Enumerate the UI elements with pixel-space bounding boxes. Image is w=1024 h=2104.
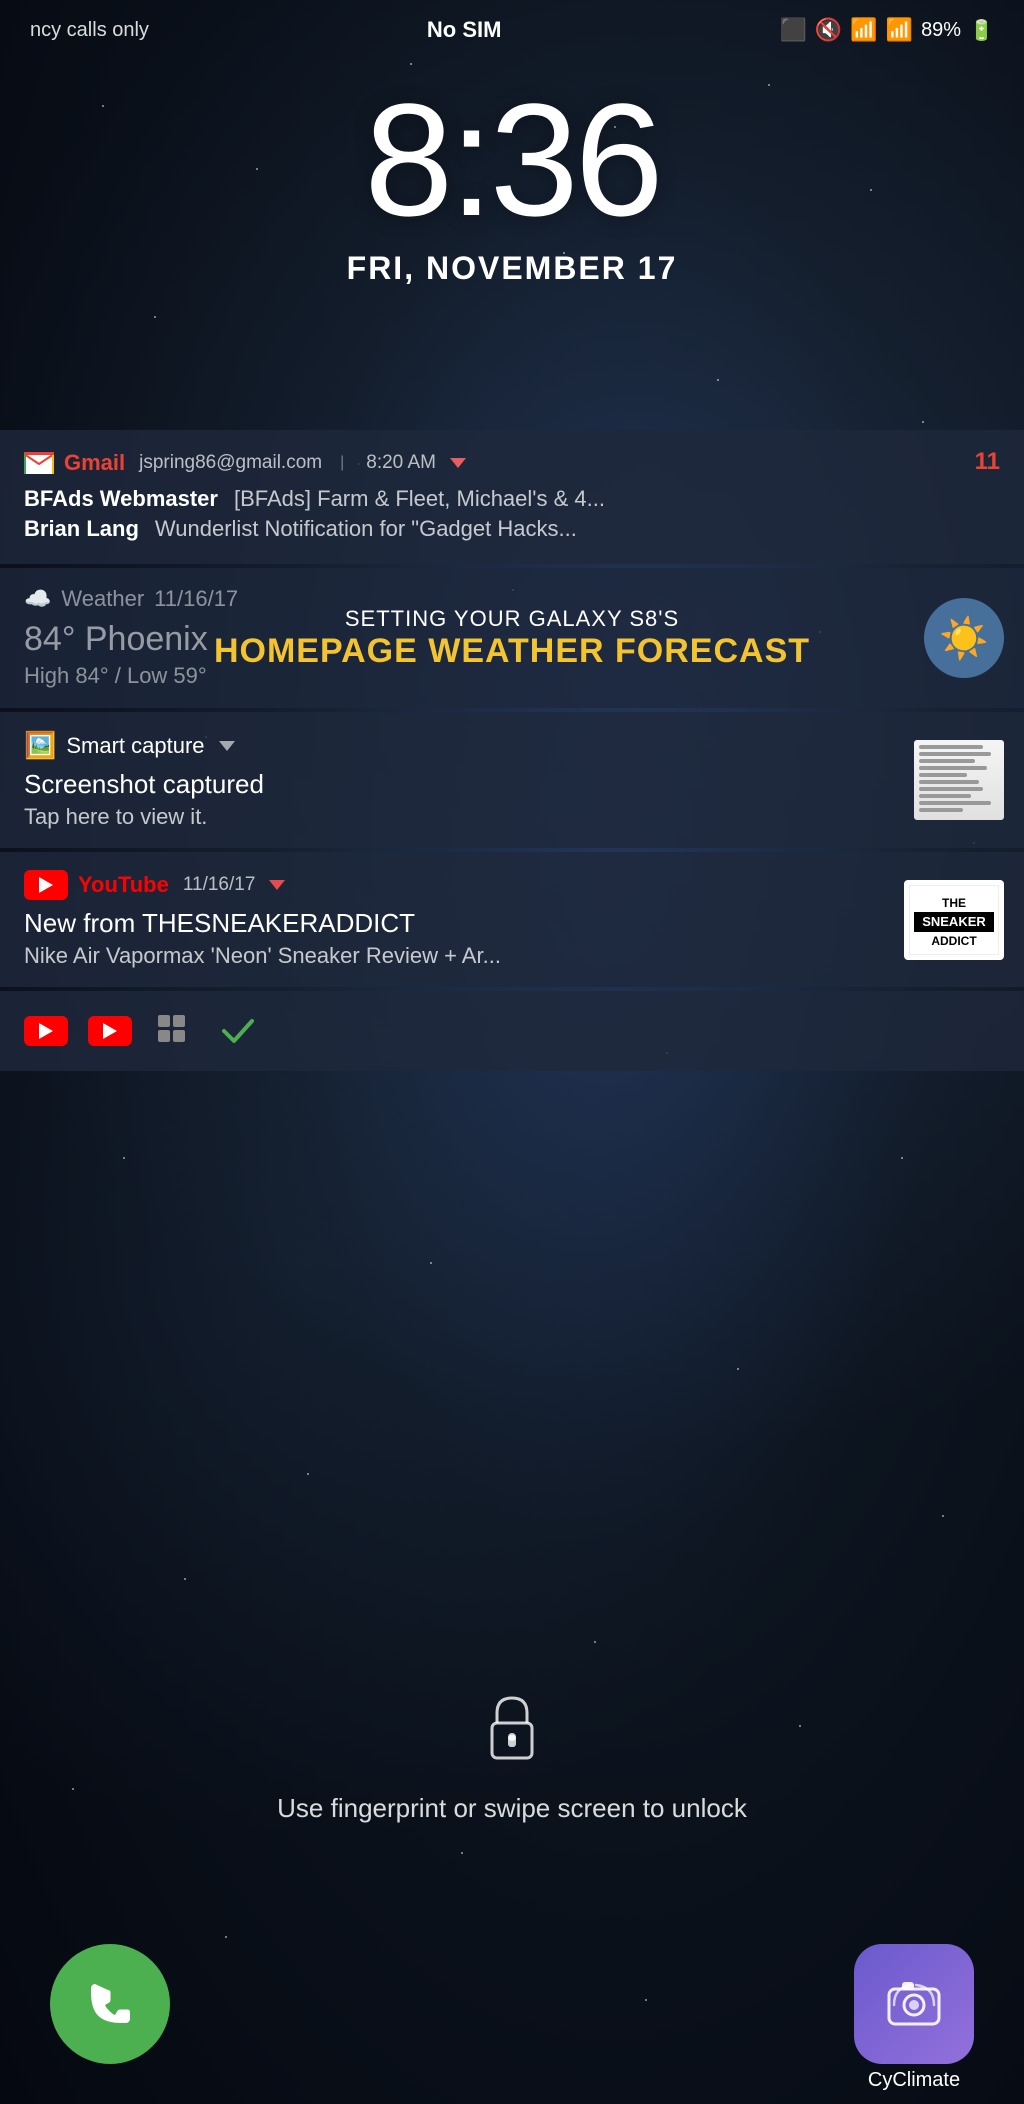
gmail-sender-1: BFAds Webmaster [24, 486, 218, 512]
youtube-app-icon [24, 870, 68, 900]
dock-cyclimate[interactable]: CyClimate [854, 1944, 974, 2064]
youtube-icon-1[interactable] [24, 1009, 68, 1053]
lock-icon [482, 1693, 542, 1777]
youtube-date: 11/16/17 [183, 874, 256, 896]
svg-text:THE: THE [942, 896, 966, 910]
svg-text:SNEAKER: SNEAKER [922, 914, 986, 929]
battery-icon: 🔋 [969, 18, 994, 43]
weather-notif-date: 11/16/17 [154, 586, 238, 612]
weather-app-name: Weather [61, 586, 144, 612]
clock-time: 8:36 [364, 80, 659, 240]
nfc-icon: ⬛ [779, 17, 806, 43]
gmail-badge: 11 [975, 448, 1000, 476]
youtube-notification[interactable]: YouTube 11/16/17 New from THESNEAKERADDI… [0, 852, 1024, 987]
gmail-time: 8:20 AM [366, 452, 436, 474]
screenshot-thumbnail [914, 740, 1004, 820]
status-no-sim: No SIM [427, 17, 502, 43]
svg-text:ADDICT: ADDICT [931, 934, 977, 948]
gmail-sender-2: Brian Lang [24, 516, 139, 542]
battery-percent: 89% [921, 19, 961, 42]
gmail-row-2: Brian Lang Wunderlist Notification for "… [24, 516, 1000, 542]
wifi-icon: 📶 [850, 17, 877, 43]
notifications-panel: Gmail jspring86@gmail.com | 8:20 AM 11 B… [0, 430, 1024, 1071]
gmail-subject-1: [BFAds] Farm & Fleet, Michael's & 4... [234, 486, 605, 512]
pipe-sep: | [340, 454, 344, 472]
smart-capture-app-name: Smart capture [66, 733, 204, 759]
screenshot-body: Tap here to view it. [24, 804, 1000, 830]
smart-capture-icon: 🖼️ [24, 730, 56, 761]
screenshot-title: Screenshot captured [24, 769, 1000, 800]
weather-temp: 84° Phoenix [24, 620, 1000, 659]
notification-app-bar [0, 991, 1024, 1071]
gmail-notification[interactable]: Gmail jspring86@gmail.com | 8:20 AM 11 B… [0, 430, 1024, 564]
youtube-body: Nike Air Vapormax 'Neon' Sneaker Review … [24, 943, 1000, 969]
gmail-row-1: BFAds Webmaster [BFAds] Farm & Fleet, Mi… [24, 486, 1000, 512]
dock-phone[interactable] [50, 1944, 170, 2064]
cyclimate-icon[interactable] [854, 1944, 974, 2064]
gmail-expand-icon[interactable] [450, 458, 466, 468]
gmail-app-name: Gmail [64, 450, 125, 476]
youtube-app-name: YouTube [78, 872, 169, 898]
gmail-subject-2: Wunderlist Notification for "Gadget Hack… [155, 516, 577, 542]
sneaker-addict-logo: THE SNEAKER ADDICT [909, 885, 999, 955]
weather-icon-large: ☀️ [924, 598, 1004, 678]
cyclimate-label: CyClimate [868, 2069, 960, 2092]
mute-icon: 🔇 [815, 17, 842, 43]
weather-icon-small: ☁️ [24, 586, 51, 612]
gmail-app-icon [24, 448, 54, 478]
smart-capture-expand-icon[interactable] [219, 741, 235, 751]
checkmark-icon[interactable] [216, 1009, 260, 1053]
signal-icon: 📶 [886, 17, 913, 43]
youtube-title: New from THESNEAKERADDICT [24, 908, 1000, 939]
clock-date: FRI, NOVEMBER 17 [347, 250, 678, 287]
gmail-email: jspring86@gmail.com [139, 452, 322, 474]
status-bar: ncy calls only No SIM ⬛ 🔇 📶 📶 89% 🔋 [0, 0, 1024, 60]
youtube-thumbnail: THE SNEAKER ADDICT [904, 880, 1004, 960]
screenshot-notification[interactable]: 🖼️ Smart capture Screenshot captured Tap… [0, 712, 1024, 848]
status-icons: ⬛ 🔇 📶 📶 89% 🔋 [779, 17, 994, 43]
grid-icon[interactable] [152, 1009, 196, 1053]
lock-area: Use fingerprint or swipe screen to unloc… [0, 1693, 1024, 1824]
phone-icon[interactable] [50, 1944, 170, 2064]
clock-area: 8:36 FRI, NOVEMBER 17 [0, 80, 1024, 287]
youtube-expand-icon[interactable] [269, 880, 285, 890]
weather-highlow: High 84° / Low 59° [24, 663, 1000, 689]
unlock-text: Use fingerprint or swipe screen to unloc… [277, 1793, 747, 1824]
weather-notification[interactable]: ☁️ Weather 11/16/17 84° Phoenix High 84°… [0, 568, 1024, 708]
bottom-dock: CyClimate [0, 1884, 1024, 2104]
status-carrier: ncy calls only [30, 19, 149, 42]
youtube-icon-2[interactable] [88, 1009, 132, 1053]
